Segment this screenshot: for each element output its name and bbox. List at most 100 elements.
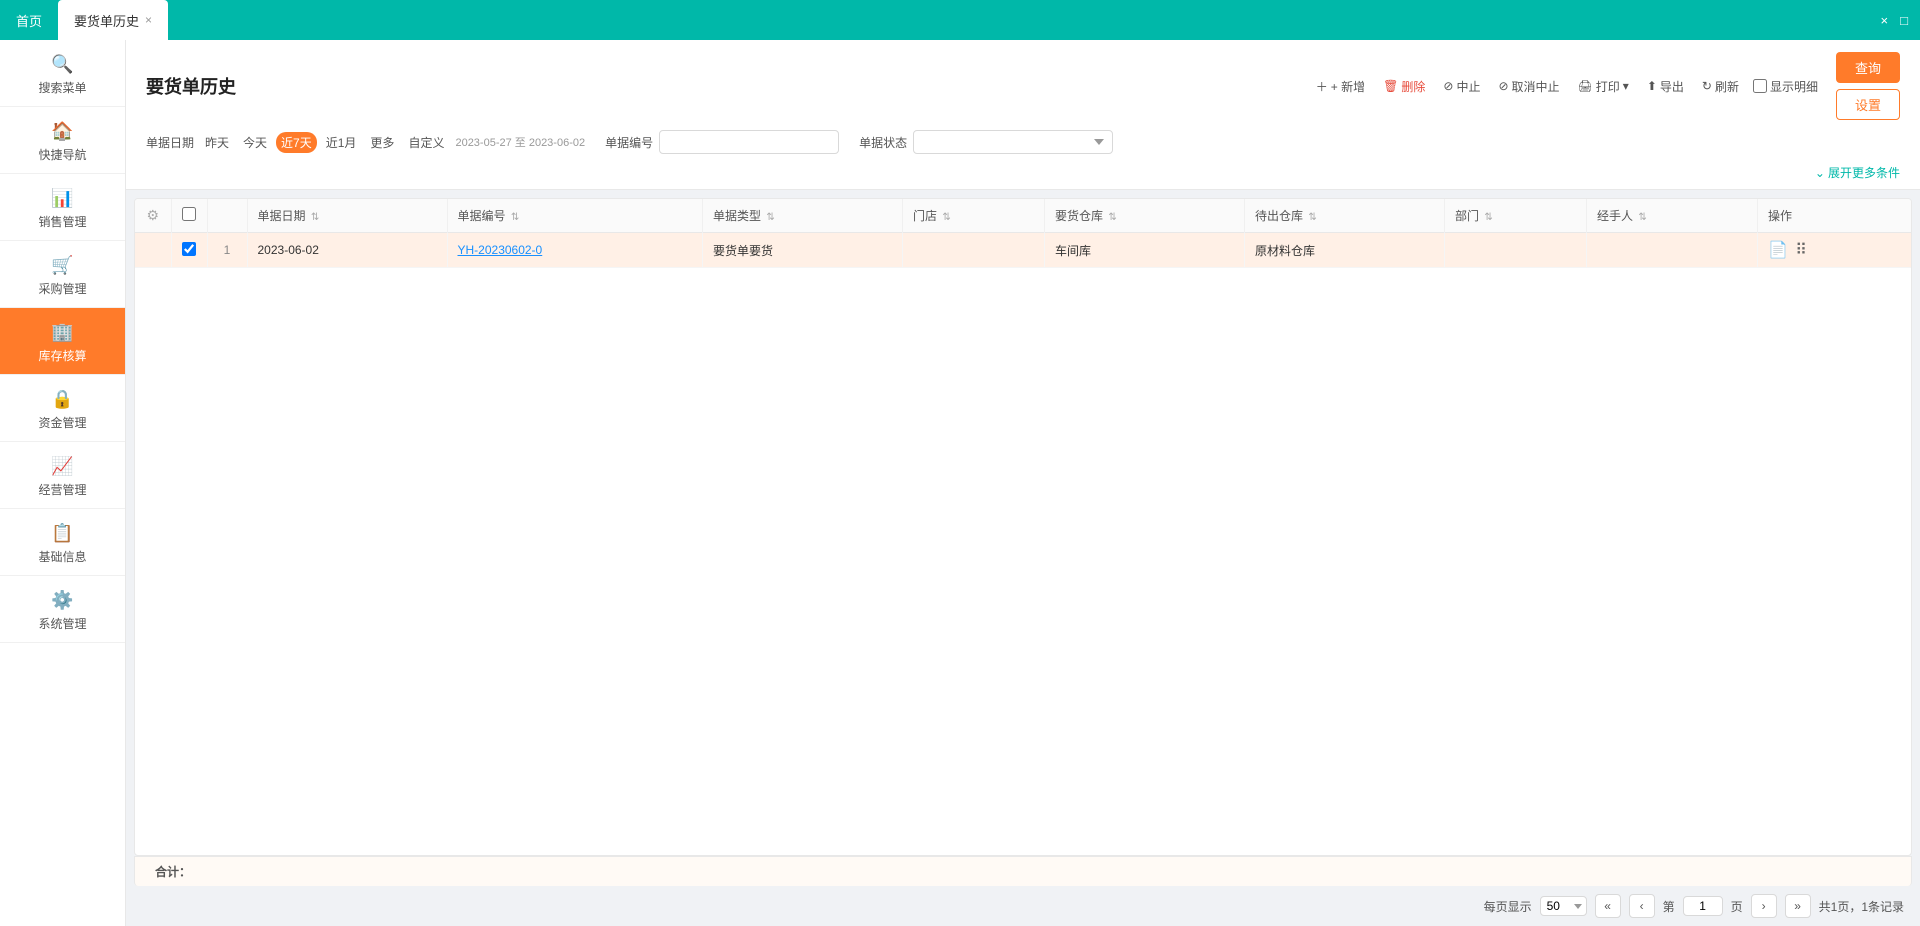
table-footer: 合计： bbox=[134, 856, 1912, 886]
finance-mgmt-icon: 🔒 bbox=[51, 389, 73, 410]
date-btn-7days[interactable]: 近7天 bbox=[276, 132, 317, 153]
refresh-icon: ↻ bbox=[1702, 79, 1712, 93]
export-label: 导出 bbox=[1660, 78, 1684, 95]
operations-mgmt-icon: 📈 bbox=[51, 456, 73, 477]
td-docno-1: YH-20230602-0 bbox=[447, 233, 703, 268]
docno-link-1[interactable]: YH-20230602-0 bbox=[458, 243, 543, 257]
filter-row: 单据日期 昨天 今天 近7天 近1月 更多 自定义 2023-05-27 至 2… bbox=[146, 130, 1900, 164]
search-menu-icon: 🔍 bbox=[51, 54, 73, 75]
settings-button[interactable]: 设置 bbox=[1836, 89, 1900, 120]
per-page-select[interactable]: 50 100 200 bbox=[1540, 896, 1587, 916]
delete-icon: 🗑 bbox=[1383, 79, 1398, 93]
th-num bbox=[207, 199, 247, 233]
sidebar-item-basic-info[interactable]: 📋 基础信息 bbox=[0, 509, 125, 576]
th-reqwarehouse: 要货仓库 ⇅ bbox=[1045, 199, 1245, 233]
sort-date-icon[interactable]: ⇅ bbox=[311, 212, 319, 223]
td-check-1 bbox=[171, 233, 207, 268]
sidebar-item-finance-mgmt[interactable]: 🔒 资金管理 bbox=[0, 375, 125, 442]
stop-button[interactable]: ⊘ 中止 bbox=[1439, 76, 1484, 97]
row-checkbox-1[interactable] bbox=[182, 242, 196, 256]
cancel-stop-button[interactable]: ⊘ 取消中止 bbox=[1494, 76, 1563, 97]
toolbar: ＋ + 新增 🗑 删除 ⊘ 中止 ⊘ 取消中止 bbox=[1312, 52, 1900, 120]
date-btn-custom[interactable]: 自定义 bbox=[403, 132, 449, 153]
print-icon: 🖨 bbox=[1578, 79, 1593, 93]
sidebar-label-operations-mgmt: 经营管理 bbox=[38, 481, 86, 498]
expand-more-button[interactable]: ⌄ 展开更多条件 bbox=[1815, 164, 1900, 181]
sort-department-icon[interactable]: ⇅ bbox=[1484, 212, 1492, 223]
new-button[interactable]: ＋ + 新增 bbox=[1312, 76, 1369, 97]
date-btn-yesterday[interactable]: 昨天 bbox=[200, 132, 234, 153]
status-filter-label: 单据状态 bbox=[859, 134, 907, 151]
date-btn-1month[interactable]: 近1月 bbox=[321, 132, 362, 153]
th-settings: ⚙ bbox=[135, 199, 171, 233]
date-btn-today[interactable]: 今天 bbox=[238, 132, 272, 153]
docno-input[interactable] bbox=[659, 130, 839, 154]
sort-reqwarehouse-icon[interactable]: ⇅ bbox=[1108, 212, 1116, 223]
column-settings-icon[interactable]: ⚙ bbox=[146, 207, 159, 223]
sidebar-item-inventory[interactable]: 🏢 库存核算 bbox=[0, 308, 125, 375]
delete-label: 删除 bbox=[1401, 78, 1425, 95]
td-action-1: 📄 ⠿ bbox=[1758, 233, 1912, 268]
sidebar-label-system-mgmt: 系统管理 bbox=[38, 615, 86, 632]
sidebar-label-inventory: 库存核算 bbox=[38, 347, 86, 364]
display-detail-button[interactable]: 显示明细 bbox=[1753, 78, 1818, 95]
td-reqwarehouse-1: 车间库 bbox=[1045, 233, 1245, 268]
date-range-display: 2023-05-27 至 2023-06-02 bbox=[455, 134, 585, 150]
first-page-button[interactable]: « bbox=[1595, 894, 1621, 918]
stop-label: 中止 bbox=[1456, 78, 1480, 95]
date-btn-more[interactable]: 更多 bbox=[365, 132, 399, 153]
status-select[interactable] bbox=[913, 130, 1113, 154]
sort-pendingwarehouse-icon[interactable]: ⇅ bbox=[1308, 212, 1316, 223]
print-button[interactable]: 🖨 打印 ▾ bbox=[1574, 76, 1633, 97]
last-page-button[interactable]: » bbox=[1785, 894, 1811, 918]
sidebar-item-system-mgmt[interactable]: ⚙️ 系统管理 bbox=[0, 576, 125, 643]
sort-handler-icon[interactable]: ⇅ bbox=[1638, 212, 1646, 223]
page-input[interactable] bbox=[1683, 896, 1723, 916]
top-bar-right: × □ bbox=[1869, 13, 1920, 28]
td-date-1: 2023-06-02 bbox=[247, 233, 447, 268]
data-table: ⚙ 单据日期 ⇅ 单据编号 ⇅ bbox=[135, 199, 1911, 268]
export-button[interactable]: ⬆ 导出 bbox=[1643, 76, 1688, 97]
prev-page-button[interactable]: ‹ bbox=[1629, 894, 1655, 918]
new-icon: ＋ bbox=[1316, 78, 1328, 95]
td-store-1 bbox=[903, 233, 1045, 268]
sidebar-item-quick-nav[interactable]: 🏠 快捷导航 bbox=[0, 107, 125, 174]
sidebar-item-operations-mgmt[interactable]: 📈 经营管理 bbox=[0, 442, 125, 509]
refresh-button[interactable]: ↻ 刷新 bbox=[1698, 76, 1743, 97]
sales-mgmt-icon: 📊 bbox=[51, 188, 73, 209]
row-more-icon-1[interactable]: ⠿ bbox=[1795, 242, 1807, 259]
query-button[interactable]: 查询 bbox=[1836, 52, 1900, 83]
page-label: 第 bbox=[1663, 898, 1675, 915]
sort-doctype-icon[interactable]: ⇅ bbox=[766, 212, 774, 223]
window-close-icon[interactable]: × bbox=[1881, 13, 1889, 28]
tab-requisition-history[interactable]: 要货单历史 × bbox=[58, 0, 168, 40]
row-edit-icon-1[interactable]: 📄 bbox=[1768, 242, 1788, 259]
docno-filter-group: 单据编号 bbox=[605, 130, 839, 154]
docno-filter-label: 单据编号 bbox=[605, 134, 653, 151]
tab-close-icon[interactable]: × bbox=[145, 13, 152, 27]
th-store: 门店 ⇅ bbox=[903, 199, 1045, 233]
select-all-checkbox[interactable] bbox=[182, 207, 196, 221]
sidebar-label-basic-info: 基础信息 bbox=[38, 548, 86, 565]
table-wrapper: ⚙ 单据日期 ⇅ 单据编号 ⇅ bbox=[134, 198, 1912, 856]
delete-button[interactable]: 🗑 删除 bbox=[1379, 76, 1429, 97]
next-page-button[interactable]: › bbox=[1751, 894, 1777, 918]
td-handler-1 bbox=[1587, 233, 1758, 268]
sort-docno-icon[interactable]: ⇅ bbox=[511, 212, 519, 223]
sidebar-item-purchase-mgmt[interactable]: 🛒 采购管理 bbox=[0, 241, 125, 308]
window-maximize-icon[interactable]: □ bbox=[1900, 13, 1908, 28]
sidebar-item-sales-mgmt[interactable]: 📊 销售管理 bbox=[0, 174, 125, 241]
page-title-row: 要货单历史 ＋ + 新增 🗑 删除 ⊘ 中止 ⊘ bbox=[146, 52, 1900, 120]
tab-home[interactable]: 首页 bbox=[0, 0, 58, 40]
pagination-bar: 每页显示 50 100 200 « ‹ 第 页 › » 共1页，1条记录 bbox=[126, 886, 1920, 926]
basic-info-icon: 📋 bbox=[51, 523, 73, 544]
print-label: 打印 bbox=[1596, 78, 1620, 95]
td-pendingwarehouse-1: 原材料仓库 bbox=[1245, 233, 1445, 268]
top-tabs: 首页 要货单历史 × bbox=[0, 0, 1869, 40]
inventory-icon: 🏢 bbox=[51, 322, 73, 343]
new-label: + 新增 bbox=[1331, 78, 1365, 95]
sidebar-item-search-menu[interactable]: 🔍 搜索菜单 bbox=[0, 40, 125, 107]
sort-store-icon[interactable]: ⇅ bbox=[942, 212, 950, 223]
content-area: 要货单历史 ＋ + 新增 🗑 删除 ⊘ 中止 ⊘ bbox=[126, 40, 1920, 926]
display-detail-checkbox[interactable] bbox=[1753, 79, 1767, 93]
